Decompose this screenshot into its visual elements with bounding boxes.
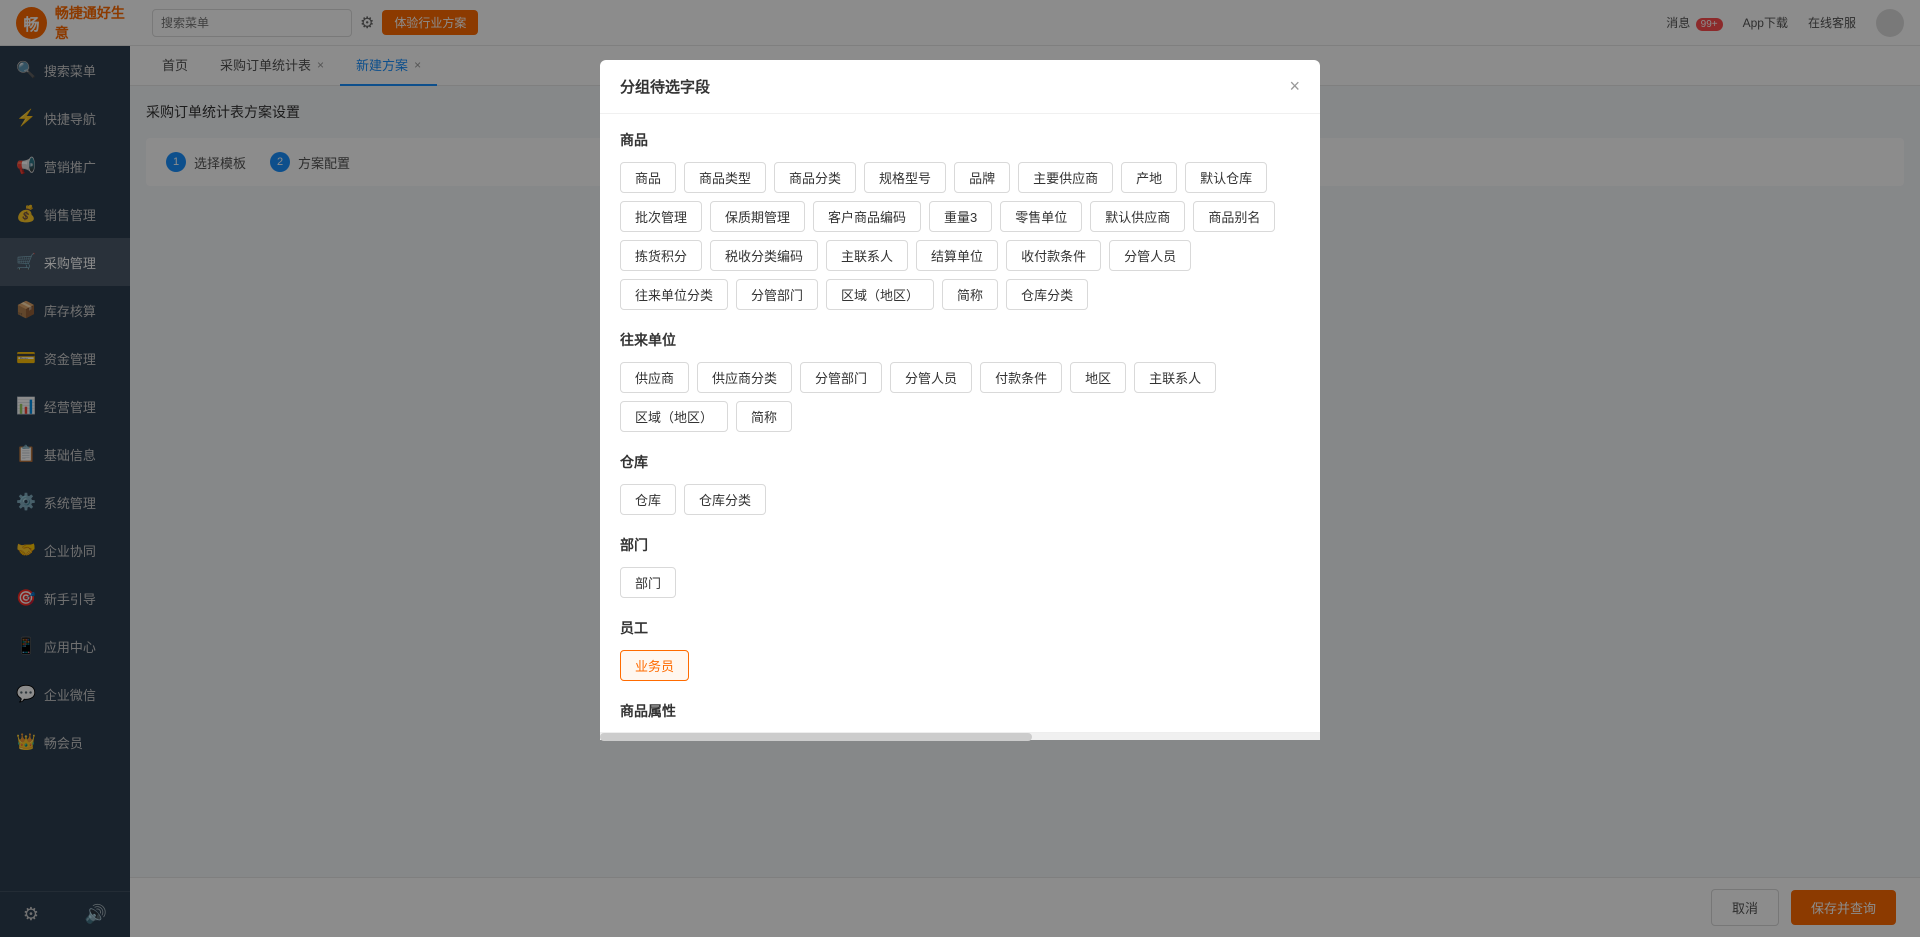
tag-origin[interactable]: 产地 [1121, 162, 1177, 193]
tag-retail-unit[interactable]: 零售单位 [1000, 201, 1082, 232]
section-title-product-attr: 商品属性 [620, 701, 1300, 721]
tag-payment-terms[interactable]: 收付款条件 [1006, 240, 1101, 271]
tag-group-partner: 供应商 供应商分类 分管部门 分管人员 付款条件 地区 主联系人 区域（地区） … [620, 362, 1300, 432]
tag-supplier-category[interactable]: 供应商分类 [697, 362, 792, 393]
tag-spec-model[interactable]: 规格型号 [864, 162, 946, 193]
modal: 分组待选字段 × 商品 商品 商品类型 商品分类 规格型号 品牌 主要供应商 产… [600, 60, 1320, 740]
tag-warehouse-category[interactable]: 仓库分类 [684, 484, 766, 515]
tag-partner-category[interactable]: 往来单位分类 [620, 279, 728, 310]
tag-region-product[interactable]: 区域（地区） [826, 279, 934, 310]
tag-area[interactable]: 地区 [1070, 362, 1126, 393]
tag-shelf-life[interactable]: 保质期管理 [710, 201, 805, 232]
tag-customer-code[interactable]: 客户商品编码 [813, 201, 921, 232]
tag-manage-dept[interactable]: 分管部门 [800, 362, 882, 393]
tag-batch-mgmt[interactable]: 批次管理 [620, 201, 702, 232]
tag-short-name-product[interactable]: 简称 [942, 279, 998, 310]
tag-short-name-partner[interactable]: 简称 [736, 401, 792, 432]
tag-tax-code[interactable]: 税收分类编码 [710, 240, 818, 271]
modal-scroll-thumb [600, 733, 1032, 741]
tag-region-partner[interactable]: 区域（地区） [620, 401, 728, 432]
tag-salesperson[interactable]: 业务员 [620, 650, 689, 681]
tag-payment-condition[interactable]: 付款条件 [980, 362, 1062, 393]
section-title-product: 商品 [620, 130, 1300, 150]
tag-product-type[interactable]: 商品类型 [684, 162, 766, 193]
tag-group-warehouse: 仓库 仓库分类 [620, 484, 1300, 515]
modal-header: 分组待选字段 × [600, 60, 1320, 114]
tag-warehouse-category-product[interactable]: 仓库分类 [1006, 279, 1088, 310]
modal-body: 商品 商品 商品类型 商品分类 规格型号 品牌 主要供应商 产地 默认仓库 批次… [600, 114, 1320, 732]
tag-default-supplier[interactable]: 默认供应商 [1090, 201, 1185, 232]
tag-product[interactable]: 商品 [620, 162, 676, 193]
tag-manage-person[interactable]: 分管人员 [890, 362, 972, 393]
modal-title: 分组待选字段 [620, 76, 710, 97]
tag-dept[interactable]: 分管部门 [736, 279, 818, 310]
tag-settlement-unit[interactable]: 结算单位 [916, 240, 998, 271]
tag-department[interactable]: 部门 [620, 567, 676, 598]
tag-group-product: 商品 商品类型 商品分类 规格型号 品牌 主要供应商 产地 默认仓库 批次管理 … [620, 162, 1300, 310]
tag-warehouse[interactable]: 仓库 [620, 484, 676, 515]
modal-scroll-bar[interactable] [600, 732, 1320, 740]
tag-brand[interactable]: 品牌 [954, 162, 1010, 193]
tag-default-warehouse[interactable]: 默认仓库 [1185, 162, 1267, 193]
modal-close-btn[interactable]: × [1289, 76, 1300, 97]
tag-pick-points[interactable]: 拣货积分 [620, 240, 702, 271]
tag-main-supplier[interactable]: 主要供应商 [1018, 162, 1113, 193]
tag-product-alias[interactable]: 商品别名 [1193, 201, 1275, 232]
tag-supplier[interactable]: 供应商 [620, 362, 689, 393]
tag-main-contact[interactable]: 主联系人 [826, 240, 908, 271]
tag-main-contact-partner[interactable]: 主联系人 [1134, 362, 1216, 393]
tag-product-category[interactable]: 商品分类 [774, 162, 856, 193]
section-title-employee: 员工 [620, 618, 1300, 638]
tag-supervisor[interactable]: 分管人员 [1109, 240, 1191, 271]
tag-group-employee: 业务员 [620, 650, 1300, 681]
tag-weight3[interactable]: 重量3 [929, 201, 992, 232]
modal-overlay: 分组待选字段 × 商品 商品 商品类型 商品分类 规格型号 品牌 主要供应商 产… [0, 0, 1920, 937]
section-title-partner: 往来单位 [620, 330, 1300, 350]
section-title-dept: 部门 [620, 535, 1300, 555]
tag-group-dept: 部门 [620, 567, 1300, 598]
section-title-warehouse: 仓库 [620, 452, 1300, 472]
